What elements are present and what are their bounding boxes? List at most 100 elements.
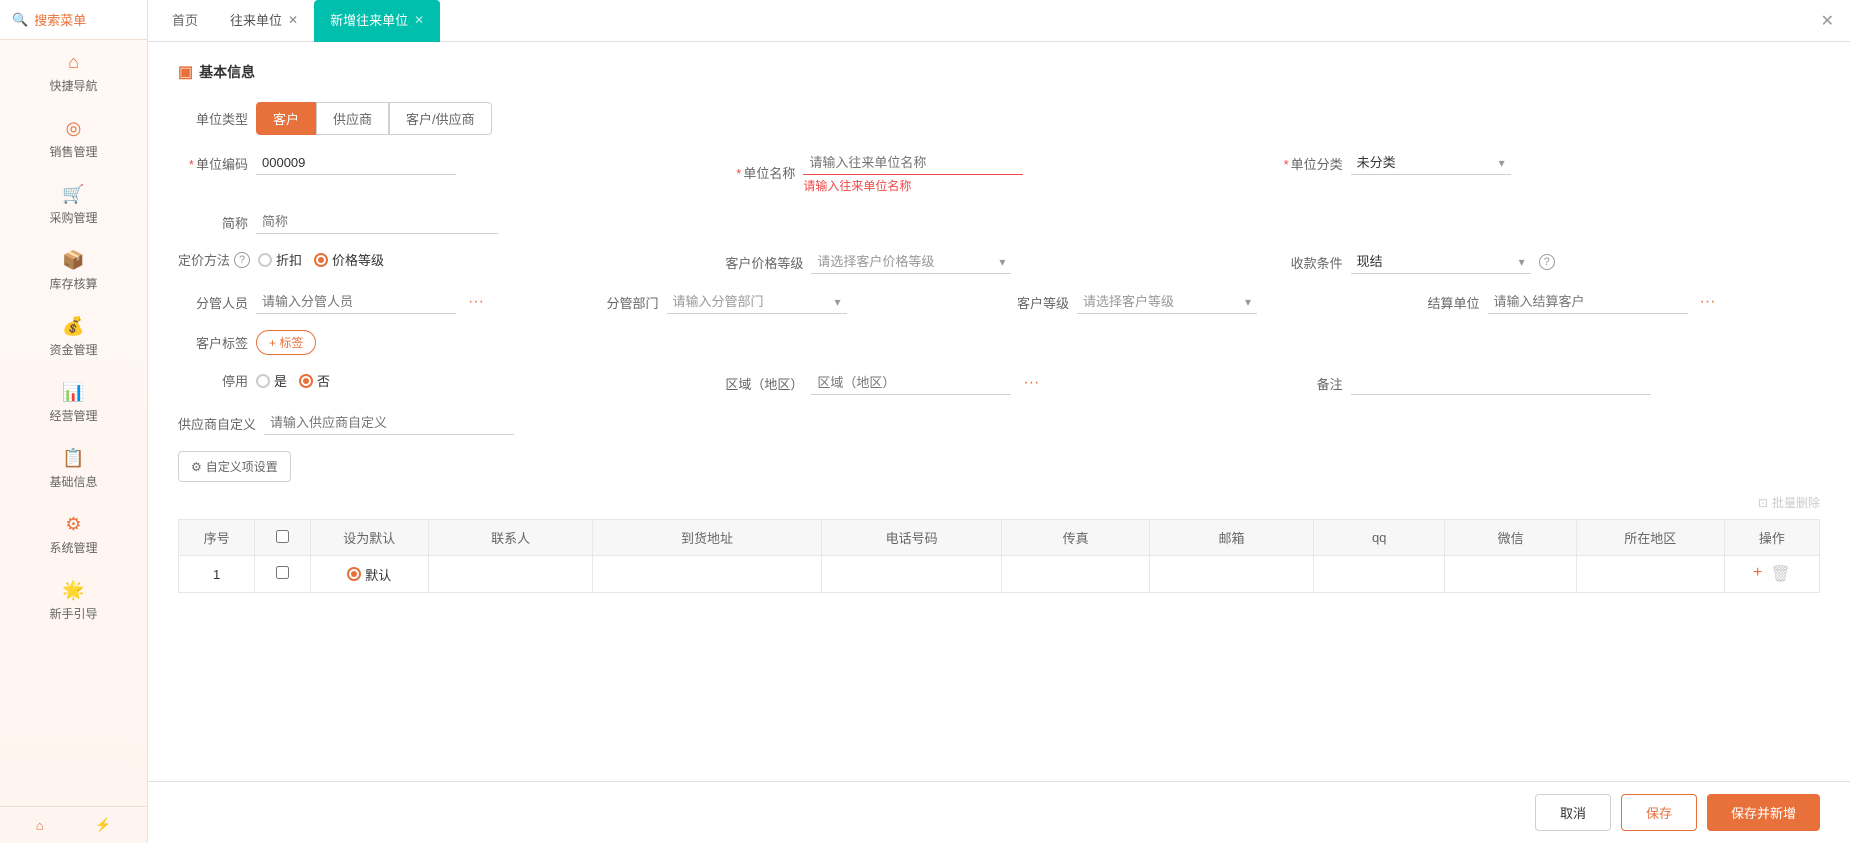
- add-tag-btn[interactable]: + 标签: [256, 330, 316, 355]
- settlement-input[interactable]: [1488, 290, 1688, 314]
- email-input[interactable]: [1191, 567, 1271, 582]
- name-input[interactable]: [803, 151, 1023, 175]
- pricing-help-icon[interactable]: ?: [234, 252, 250, 268]
- supplier-custom-input[interactable]: [264, 411, 514, 435]
- dept-select[interactable]: 请输入分管部门: [667, 290, 847, 314]
- category-select-wrapper[interactable]: 未分类: [1351, 151, 1511, 175]
- row-address[interactable]: [593, 556, 822, 593]
- row-phone[interactable]: [821, 556, 1001, 593]
- payment-help-icon[interactable]: ?: [1539, 254, 1555, 270]
- sidebar-item-basic[interactable]: 📋 基础信息: [0, 436, 147, 502]
- row-qq[interactable]: [1313, 556, 1445, 593]
- default-radio-circle[interactable]: [347, 567, 361, 581]
- phone-input[interactable]: [867, 567, 957, 582]
- wechat-input[interactable]: [1481, 567, 1541, 582]
- fax-input[interactable]: [1041, 567, 1111, 582]
- qq-input[interactable]: [1349, 567, 1409, 582]
- select-all-checkbox[interactable]: [276, 530, 289, 543]
- sidebar-item-inventory[interactable]: 📦 库存核算: [0, 238, 147, 304]
- row-check: [255, 556, 310, 593]
- save-new-button[interactable]: 保存并新增: [1707, 794, 1820, 831]
- window-close-button[interactable]: ✕: [1813, 11, 1842, 31]
- yes-radio[interactable]: [256, 374, 270, 388]
- disabled-field: 停用 是 否: [178, 371, 725, 390]
- sidebar-search[interactable]: 🔍 搜索菜单: [0, 0, 147, 40]
- disabled-no-option[interactable]: 否: [299, 371, 330, 390]
- pricing-discount-option[interactable]: 折扣: [258, 250, 302, 269]
- sidebar-item-quick-nav[interactable]: ⌂ 快捷导航: [0, 40, 147, 106]
- region-input[interactable]: [811, 371, 1011, 395]
- sidebar-item-operations[interactable]: 📊 经营管理: [0, 370, 147, 436]
- address-input[interactable]: [647, 567, 767, 582]
- payment-wrapper[interactable]: 现结: [1351, 250, 1531, 274]
- category-select[interactable]: 未分类: [1351, 151, 1511, 175]
- row-contact[interactable]: [429, 556, 593, 593]
- purchase-icon: 🛒: [62, 184, 84, 205]
- sidebar-item-finance[interactable]: 💰 资金管理: [0, 304, 147, 370]
- disabled-yes-option[interactable]: 是: [256, 371, 287, 390]
- sidebar-icon-2[interactable]: ⚡: [95, 817, 111, 833]
- col-wechat: 微信: [1445, 520, 1577, 556]
- table-row: 1 默认: [179, 556, 1820, 593]
- col-seq: 序号: [179, 520, 255, 556]
- sidebar-item-sales[interactable]: ◎ 销售管理: [0, 106, 147, 172]
- customer-level-label: 客户价格等级: [725, 253, 803, 272]
- save-button[interactable]: 保存: [1621, 794, 1697, 831]
- settlement-more-btn[interactable]: ···: [1696, 293, 1720, 311]
- tab-partners-close[interactable]: ✕: [288, 13, 298, 27]
- sidebar-item-purchase[interactable]: 🛒 采购管理: [0, 172, 147, 238]
- cancel-button[interactable]: 取消: [1535, 794, 1611, 831]
- region-table-input[interactable]: [1615, 567, 1685, 582]
- row-default-radio[interactable]: 默认: [321, 565, 419, 584]
- unit-type-supplier-btn[interactable]: 供应商: [316, 102, 389, 135]
- supplier-custom-field: 供应商自定义: [178, 411, 514, 435]
- row-add-btn[interactable]: +: [1753, 564, 1762, 584]
- unit-type-both-btn[interactable]: 客户/供应商: [389, 102, 492, 135]
- pricing-row: 定价方法 ? 折扣 价格等级 客户价格等级: [178, 250, 1820, 274]
- sidebar-item-system[interactable]: ⚙ 系统管理: [0, 502, 147, 568]
- level-radio[interactable]: [314, 253, 328, 267]
- col-address: 到货地址: [593, 520, 822, 556]
- customer-level-select[interactable]: 请选择客户价格等级: [811, 250, 1011, 274]
- manager-row: 分管人员 ··· 分管部门 请输入分管部门 客户等级 请选择客户等级: [178, 290, 1820, 314]
- remarks-input[interactable]: [1351, 371, 1651, 395]
- search-icon: 🔍: [12, 12, 28, 28]
- sidebar: 🔍 搜索菜单 ⌂ 快捷导航 ◎ 销售管理 🛒 采购管理 📦 库存核算 💰 资金管…: [0, 0, 148, 843]
- tab-bar: 首页 往来单位 ✕ 新增往来单位 ✕ ✕: [148, 0, 1850, 42]
- grade-field: 客户等级 请选择客户等级: [999, 290, 1410, 314]
- grade-wrapper[interactable]: 请选择客户等级: [1077, 290, 1257, 314]
- tab-home[interactable]: 首页: [156, 0, 214, 42]
- row-delete-btn[interactable]: 🗑: [1770, 564, 1790, 584]
- unit-type-customer-btn[interactable]: 客户: [256, 102, 316, 135]
- grade-select[interactable]: 请选择客户等级: [1077, 290, 1257, 314]
- pricing-level-option[interactable]: 价格等级: [314, 250, 384, 269]
- dept-wrapper[interactable]: 请输入分管部门: [667, 290, 847, 314]
- discount-radio[interactable]: [258, 253, 272, 267]
- custom-settings-btn[interactable]: ⚙ 自定义项设置: [178, 451, 291, 482]
- col-phone: 电话号码: [821, 520, 1001, 556]
- manager-input[interactable]: [256, 290, 456, 314]
- code-label: *单位编码: [178, 154, 248, 173]
- contact-input[interactable]: [471, 567, 551, 582]
- section-title-basic: ▣ 基本信息: [178, 62, 1820, 82]
- row-region[interactable]: [1576, 556, 1724, 593]
- sidebar-icon-1[interactable]: ⌂: [36, 818, 44, 833]
- row-email[interactable]: [1149, 556, 1313, 593]
- customer-level-field: 客户价格等级 请选择客户价格等级: [725, 250, 1272, 274]
- row-fax[interactable]: [1002, 556, 1150, 593]
- tab-partners[interactable]: 往来单位 ✕: [214, 0, 314, 42]
- code-input[interactable]: [256, 151, 456, 175]
- no-radio[interactable]: [299, 374, 313, 388]
- customer-level-wrapper[interactable]: 请选择客户价格等级: [811, 250, 1011, 274]
- region-more-btn[interactable]: ···: [1019, 374, 1043, 392]
- payment-select[interactable]: 现结: [1351, 250, 1531, 274]
- row-checkbox[interactable]: [276, 566, 289, 579]
- row-wechat[interactable]: [1445, 556, 1577, 593]
- sidebar-item-label: 库存核算: [49, 275, 97, 292]
- manager-more-btn[interactable]: ···: [464, 293, 488, 311]
- abbr-input[interactable]: [256, 210, 498, 234]
- tab-new-partner-close[interactable]: ✕: [414, 13, 424, 27]
- sidebar-item-guide[interactable]: 🌟 新手引导: [0, 568, 147, 634]
- tab-new-partner[interactable]: 新增往来单位 ✕: [314, 0, 440, 42]
- tab-home-label: 首页: [172, 10, 198, 29]
